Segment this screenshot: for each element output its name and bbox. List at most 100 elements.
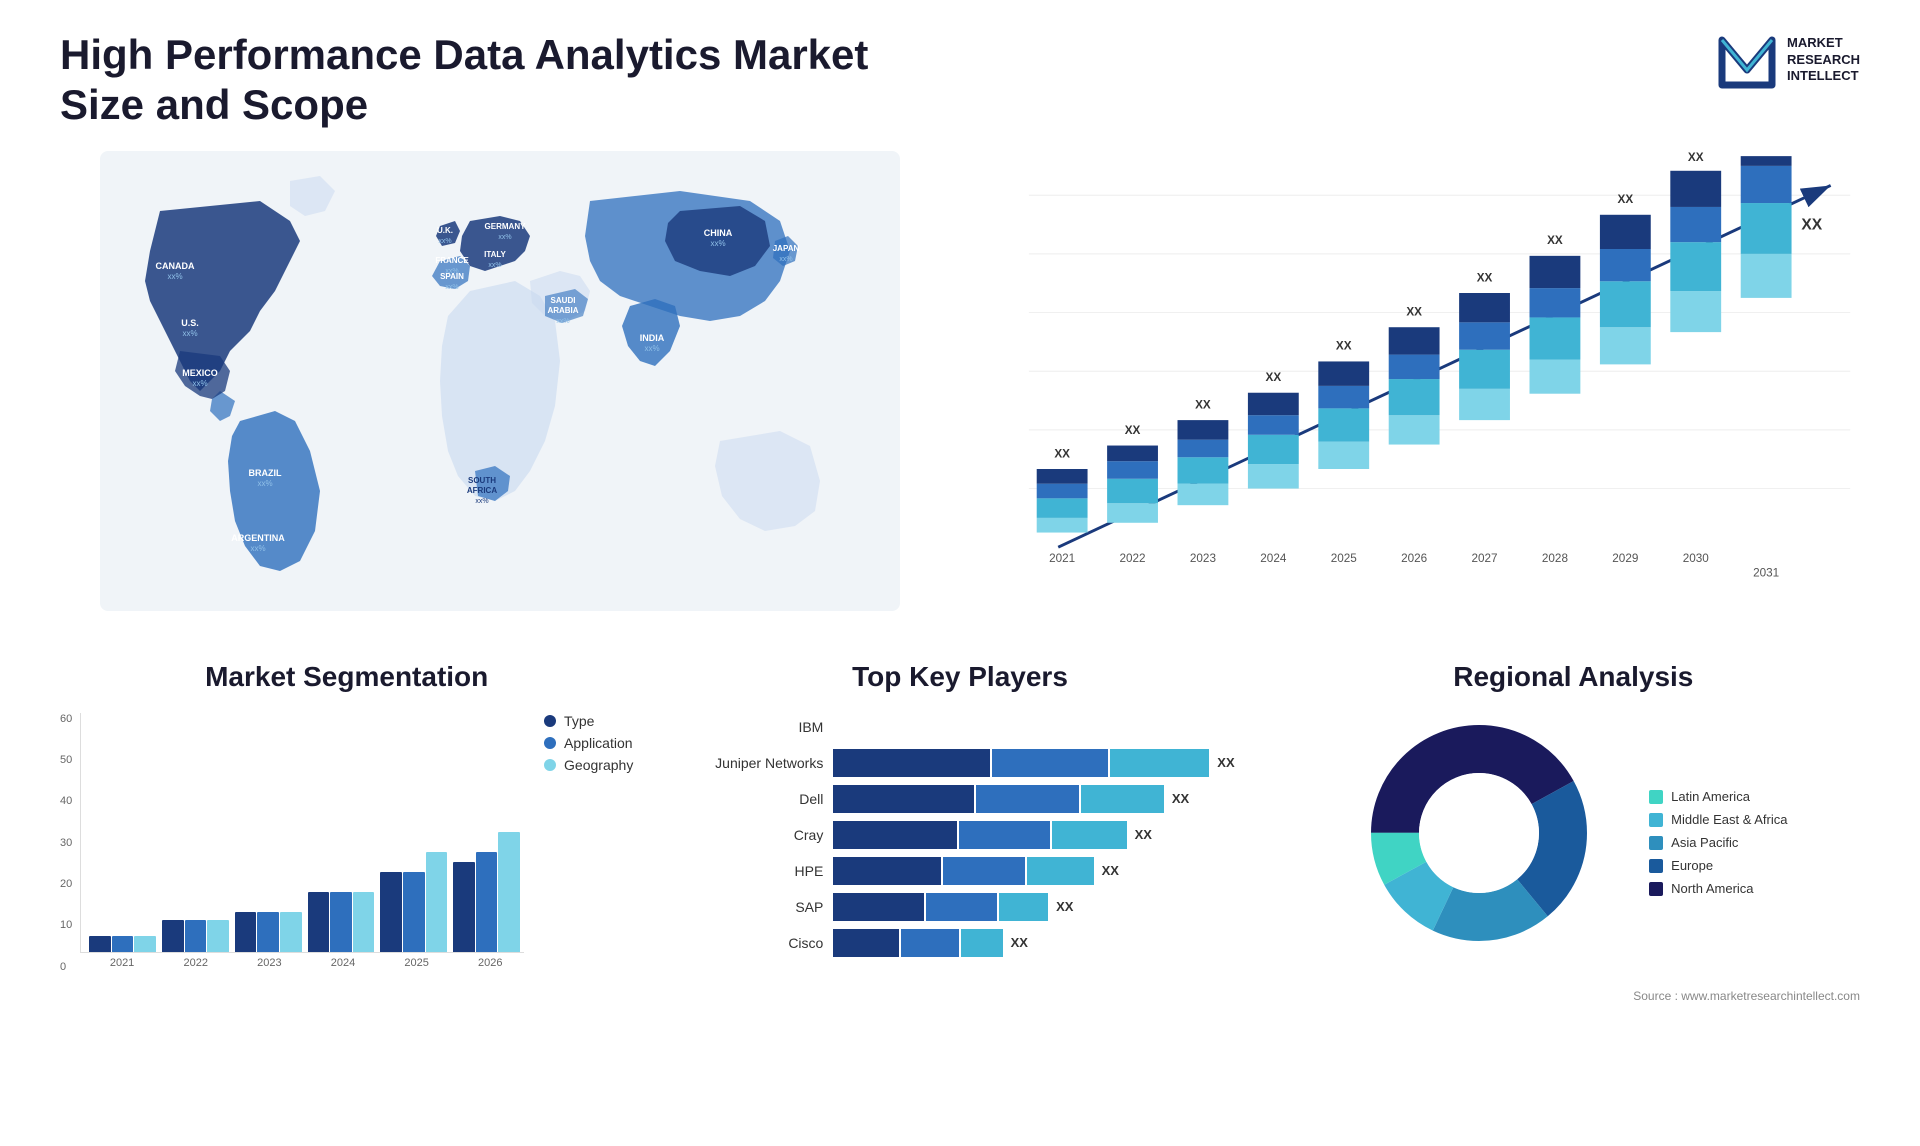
logo: MARKET RESEARCH INTELLECT <box>1717 30 1860 90</box>
seg-year-2025 <box>380 852 447 952</box>
player-bar-cisco: XX <box>833 929 1246 957</box>
bar-seg2 <box>976 785 1079 813</box>
svg-text:ARGENTINA: ARGENTINA <box>231 533 285 543</box>
bar-seg2 <box>943 857 1026 885</box>
legend-latin-america: Latin America <box>1649 789 1787 804</box>
legend-label-na: North America <box>1671 881 1753 896</box>
seg-chart-inner <box>80 713 524 953</box>
legend-label-type: Type <box>564 713 594 729</box>
seg-legend: Type Application Geography <box>544 713 633 773</box>
player-value: XX <box>1217 755 1234 770</box>
donut-svg <box>1359 713 1599 953</box>
logo-icon <box>1717 30 1777 90</box>
svg-text:U.K.: U.K. <box>437 226 453 235</box>
bar-seg3 <box>999 893 1049 921</box>
player-row-dell: Dell XX <box>673 785 1246 813</box>
svg-text:XX: XX <box>1688 151 1704 164</box>
seg-x-labels: 2021 2022 2023 2024 2025 2026 <box>80 957 524 969</box>
seg-bar-type <box>453 862 475 952</box>
logo-line2: RESEARCH <box>1787 52 1860 69</box>
player-name-sap: SAP <box>673 899 823 915</box>
svg-text:BRAZIL: BRAZIL <box>249 468 282 478</box>
legend-color-na <box>1649 882 1663 896</box>
bar-seg3 <box>1081 785 1164 813</box>
svg-text:xx%: xx% <box>644 344 659 353</box>
world-map-section: CANADA xx% U.S. xx% MEXICO xx% BRAZIL xx… <box>60 151 940 631</box>
player-row-hpe: HPE XX <box>673 857 1246 885</box>
bar-seg2 <box>901 929 959 957</box>
legend-dot-app <box>544 737 556 749</box>
seg-y-axis: 0 10 20 30 40 50 60 <box>60 713 80 973</box>
svg-text:INDIA: INDIA <box>640 333 665 343</box>
svg-text:xx%: xx% <box>779 256 792 263</box>
svg-text:XX: XX <box>1336 339 1352 352</box>
bar-seg1 <box>833 785 974 813</box>
svg-text:2027: 2027 <box>1471 552 1497 565</box>
legend-dot-type <box>544 715 556 727</box>
legend-geography: Geography <box>544 757 633 773</box>
players-title: Top Key Players <box>673 661 1246 693</box>
bar-seg1 <box>833 893 924 921</box>
bar-chart-svg: XX 2021 XX 2022 XX 2023 <box>980 151 1860 611</box>
seg-bar-type <box>89 936 111 952</box>
seg-year-2023 <box>235 912 302 952</box>
legend-color-latin <box>1649 790 1663 804</box>
player-bar-dell: XX <box>833 785 1246 813</box>
bar-seg1 <box>833 929 899 957</box>
seg-bar-geo <box>280 912 302 952</box>
seg-bar-geo <box>353 892 375 952</box>
bar-seg2 <box>992 749 1108 777</box>
bar-seg1 <box>833 749 990 777</box>
svg-text:2030: 2030 <box>1683 552 1710 565</box>
legend-dot-geo <box>544 759 556 771</box>
seg-bar-app <box>403 872 425 952</box>
page-title: High Performance Data Analytics Market S… <box>60 30 960 131</box>
svg-text:xx%: xx% <box>488 262 501 269</box>
player-name-cisco: Cisco <box>673 935 823 951</box>
svg-text:FRANCE: FRANCE <box>435 256 469 265</box>
logo-line1: MARKET <box>1787 35 1860 52</box>
svg-text:MEXICO: MEXICO <box>182 368 218 378</box>
svg-text:xx%: xx% <box>710 239 725 248</box>
seg-year-2021 <box>89 936 156 952</box>
svg-text:XX: XX <box>1406 305 1422 318</box>
player-row-ibm: IBM <box>673 713 1246 741</box>
legend-type: Type <box>544 713 633 729</box>
legend-color-europe <box>1649 859 1663 873</box>
legend-europe: Europe <box>1649 858 1787 873</box>
seg-bar-app <box>330 892 352 952</box>
segmentation-section: Market Segmentation 0 10 20 30 40 50 60 <box>60 661 633 1003</box>
logo-line3: INTELLECT <box>1787 68 1860 85</box>
svg-text:XX: XX <box>1195 398 1211 411</box>
svg-text:2021: 2021 <box>1049 552 1075 565</box>
svg-text:2028: 2028 <box>1542 552 1569 565</box>
svg-text:U.S.: U.S. <box>181 318 199 328</box>
player-value: XX <box>1056 899 1073 914</box>
world-map-svg: CANADA xx% U.S. xx% MEXICO xx% BRAZIL xx… <box>60 151 940 611</box>
donut-legend-row: Latin America Middle East & Africa Asia … <box>1359 713 1787 973</box>
svg-text:GERMANY: GERMANY <box>485 222 527 231</box>
bar-chart-section: XX 2021 XX 2022 XX 2023 <box>980 151 1860 631</box>
player-row-cisco: Cisco XX <box>673 929 1246 957</box>
svg-text:XX: XX <box>1547 234 1563 247</box>
svg-text:XX: XX <box>1477 271 1493 284</box>
seg-bar-geo <box>207 920 229 952</box>
bar-seg3 <box>1052 821 1126 849</box>
legend-asia-pacific: Asia Pacific <box>1649 835 1787 850</box>
player-name-ibm: IBM <box>673 719 823 735</box>
seg-bar-type <box>308 892 330 952</box>
legend-label-mea: Middle East & Africa <box>1671 812 1787 827</box>
player-name-hpe: HPE <box>673 863 823 879</box>
seg-bar-app <box>112 936 134 952</box>
svg-text:XX: XX <box>1801 216 1822 233</box>
player-bar-cray: XX <box>833 821 1246 849</box>
logo-text: MARKET RESEARCH INTELLECT <box>1787 35 1860 86</box>
svg-text:2024: 2024 <box>1260 552 1287 565</box>
seg-year-2026 <box>453 832 520 952</box>
svg-text:AFRICA: AFRICA <box>467 486 497 495</box>
svg-text:xx%: xx% <box>498 234 511 241</box>
bar-seg1 <box>833 821 957 849</box>
svg-text:2026: 2026 <box>1401 552 1427 565</box>
seg-bar-geo <box>134 936 156 952</box>
svg-text:xx%: xx% <box>192 379 207 388</box>
